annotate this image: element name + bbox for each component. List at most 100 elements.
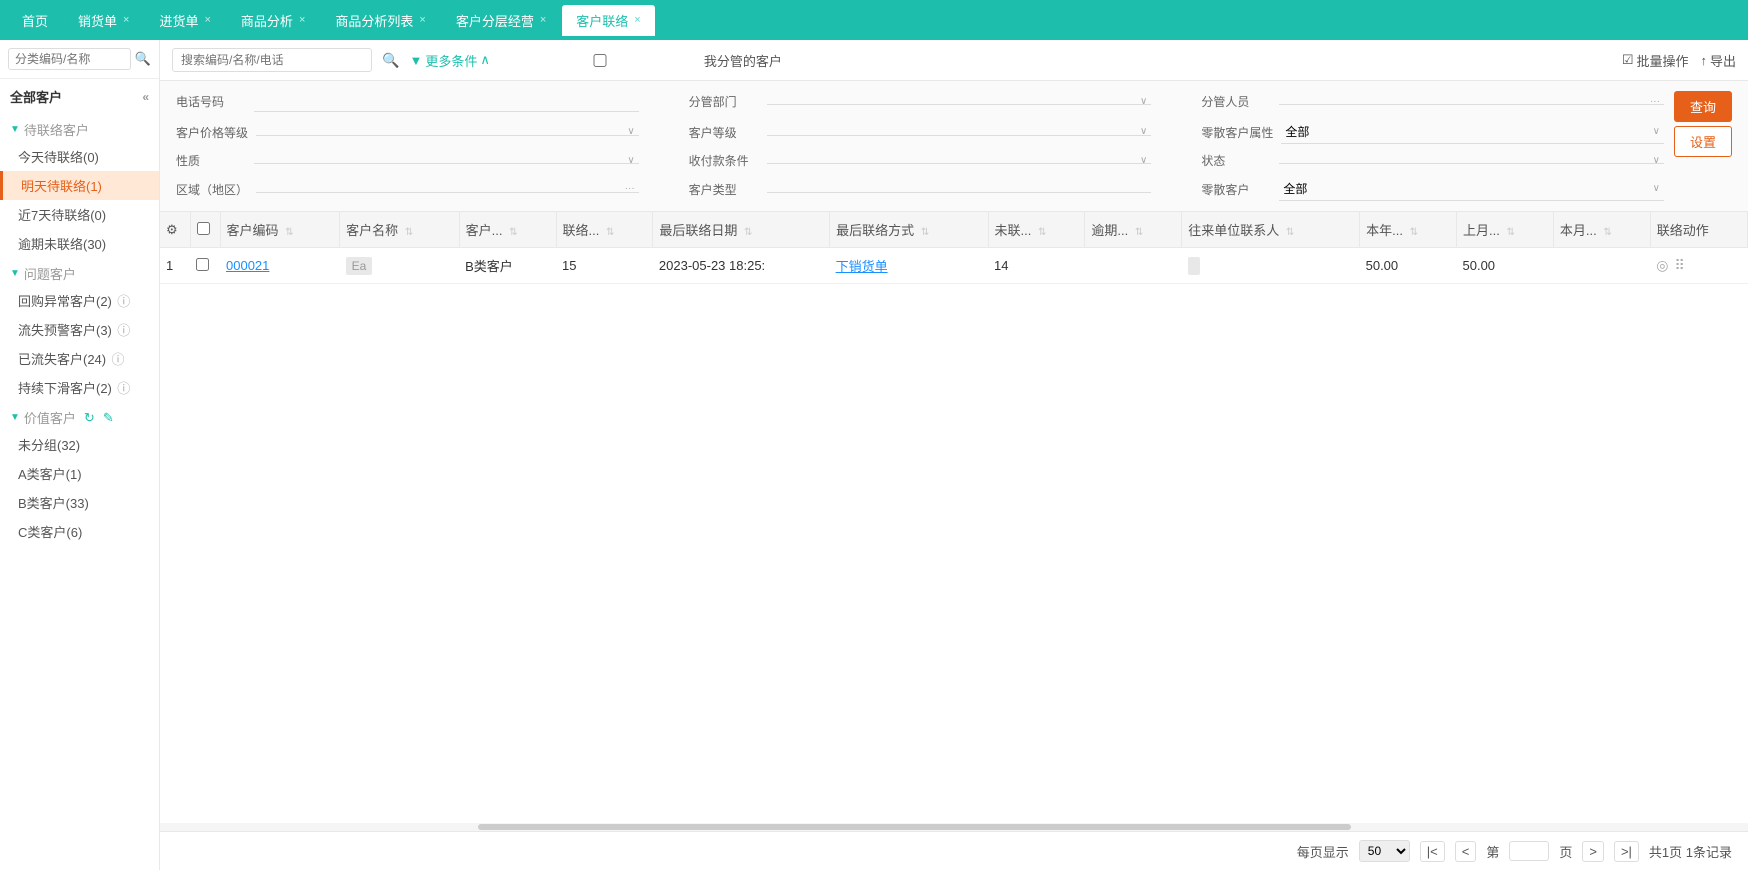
col-overdue: 逾期... ⇅ [1085,212,1182,248]
sidebar-item-class-b[interactable]: B类客户(33) [0,488,159,517]
sidebar-item-tomorrow-contact[interactable]: 明天待联络(1) [0,171,159,200]
my-customers-checkbox[interactable] [500,54,700,67]
sidebar-item-class-a[interactable]: A类客户(1) [0,459,159,488]
settings-button[interactable]: 设置 [1674,126,1732,157]
triangle-icon: ▼ [10,268,20,279]
chevron-down-icon: ∨ [1140,96,1147,107]
row-last-month: 50.00 [1457,248,1554,284]
sidebar-all-customers[interactable]: 全部客户 « [0,79,159,114]
filter-bar-actions: ☑ 批量操作 ↑ 导出 [1622,51,1736,70]
last-page-button[interactable]: >| [1614,841,1639,862]
sidebar-group-pending: ▼ 待联络客户 [0,114,159,142]
last-contact-method-link[interactable]: 下销货单 [836,259,888,274]
col-customer-name: 客户名称 ⇅ [340,212,460,248]
price-level-select[interactable]: ∨ [256,129,639,136]
more-conditions-button[interactable]: ▼ 更多条件 ∧ [409,51,489,70]
chevron-down-icon: ∨ [1140,126,1147,137]
search-button[interactable]: 🔍 [382,52,399,69]
customer-type-select[interactable] [767,186,1152,193]
payment-select[interactable]: ∨ [767,157,1152,164]
sort-icon: ⇅ [921,227,929,238]
filter-region: 区域（地区） ··· [176,181,639,198]
manager-select[interactable]: ··· [1279,98,1664,105]
close-icon[interactable]: × [204,14,210,26]
sidebar-search-area: 🔍 [0,40,159,79]
horizontal-scrollbar[interactable] [160,823,1748,831]
chevron-down-icon: ∨ [1140,155,1147,166]
page-input[interactable]: 1 [1509,841,1549,861]
query-button[interactable]: 查询 [1674,91,1732,122]
close-icon[interactable]: × [123,14,129,26]
search-input[interactable] [172,48,372,72]
col-last-contact-date: 最后联络日期 ⇅ [653,212,830,248]
nav-sales-order[interactable]: 销货单 × [64,5,143,36]
sidebar-item-abnormal-repurchase[interactable]: 回购异常客户(2) ⓘ [0,286,159,315]
sidebar-item-7day-contact[interactable]: 近7天待联络(0) [0,200,159,229]
main-layout: 🔍 全部客户 « ▼ 待联络客户 今天待联络(0) 明天待联络(1) 近7天待联… [0,40,1748,870]
sort-icon: ⇅ [1135,227,1143,238]
close-icon[interactable]: × [634,14,640,26]
chevron-down-icon: ∨ [1653,126,1660,137]
total-records: 共1页 1条记录 [1649,842,1732,861]
table-row: 1 000021 Ea B类客户 15 2023-05-23 18:25: [160,248,1748,284]
sidebar-item-churn-warning[interactable]: 流失预警客户(3) ⓘ [0,315,159,344]
nav-product-analysis[interactable]: 商品分析 × [227,5,319,36]
filter-payment: 收付款条件 ∨ [689,152,1152,169]
sidebar-item-ungrouped[interactable]: 未分组(32) [0,430,159,459]
search-icon[interactable]: 🔍 [135,51,151,67]
filter-row-1: 电话号码 分管部门 ∨ 分管人员 [176,91,1664,112]
status-select[interactable]: ∨ [1279,157,1664,164]
nature-select[interactable]: ∨ [254,157,639,164]
settings-icon[interactable]: ⚙ [166,222,178,237]
customer-level-select[interactable]: ∨ [767,129,1152,136]
sort-icon: ⇅ [744,227,752,238]
page-size-select[interactable]: 50 100 200 [1359,840,1410,862]
sidebar-group-value: ▼ 价值客户 ↻ ✎ [0,402,159,430]
nav-customer-contact[interactable]: 客户联络 × [562,5,654,36]
sidebar-item-today-contact[interactable]: 今天待联络(0) [0,142,159,171]
row-uncontacted: 14 [988,248,1085,284]
nav-product-analysis-list[interactable]: 商品分析列表 × [321,5,439,36]
page-label: 第 [1486,842,1499,861]
col-contact-person: 往来单位联系人 ⇅ [1182,212,1360,248]
close-icon[interactable]: × [419,14,425,26]
filter-dept: 分管部门 ∨ [689,93,1152,110]
row-last-contact-method: 下销货单 [830,248,988,284]
contact-action-icon[interactable]: ◎ [1656,257,1668,274]
sidebar-item-overdue-contact[interactable]: 逾期未联络(30) [0,229,159,258]
nav-customer-tiered[interactable]: 客户分层经营 × [442,5,560,36]
refresh-icon[interactable]: ↻ [84,410,95,426]
sidebar-item-class-c[interactable]: C类客户(6) [0,517,159,546]
retail-attr-select[interactable]: 全部 ∨ [1281,120,1664,144]
filter-status: 状态 ∨ [1201,152,1664,169]
edit-icon[interactable]: ✎ [103,410,114,426]
nav-purchase-order[interactable]: 进货单 × [145,5,224,36]
col-customer-type: 客户... ⇅ [459,212,556,248]
table-header: ⚙ 客户编码 ⇅ 客户名称 ⇅ [160,212,1748,248]
phone-input[interactable] [254,91,639,112]
row-checkbox[interactable] [196,258,209,271]
more-action-icon[interactable]: ⠿ [1675,257,1685,274]
close-icon[interactable]: × [540,14,546,26]
sidebar-item-declining[interactable]: 持续下滑客户(2) ⓘ [0,373,159,402]
row-this-year: 50.00 [1360,248,1457,284]
select-all-checkbox[interactable] [197,222,210,235]
customer-code-link[interactable]: 000021 [226,258,269,273]
next-page-button[interactable]: > [1582,841,1604,862]
row-index: 1 [160,248,190,284]
sidebar-item-churned[interactable]: 已流失客户(24) ⓘ [0,344,159,373]
dept-select[interactable]: ∨ [767,98,1152,105]
chevron-down-icon: ∨ [627,155,634,166]
nav-home[interactable]: 首页 [8,5,62,36]
region-select[interactable]: ··· [256,186,639,193]
batch-operation-button[interactable]: ☑ 批量操作 [1622,51,1689,70]
close-icon[interactable]: × [299,14,305,26]
retail-customer-select[interactable]: 全部 ∨ [1279,177,1664,201]
first-page-button[interactable]: |< [1420,841,1445,862]
col-contact-count: 联络... ⇅ [556,212,653,248]
info-icon: ⓘ [111,352,124,367]
category-search-input[interactable] [8,48,131,70]
prev-page-button[interactable]: < [1455,841,1477,862]
export-button[interactable]: ↑ 导出 [1700,51,1736,70]
scrollbar-thumb [478,824,1351,830]
